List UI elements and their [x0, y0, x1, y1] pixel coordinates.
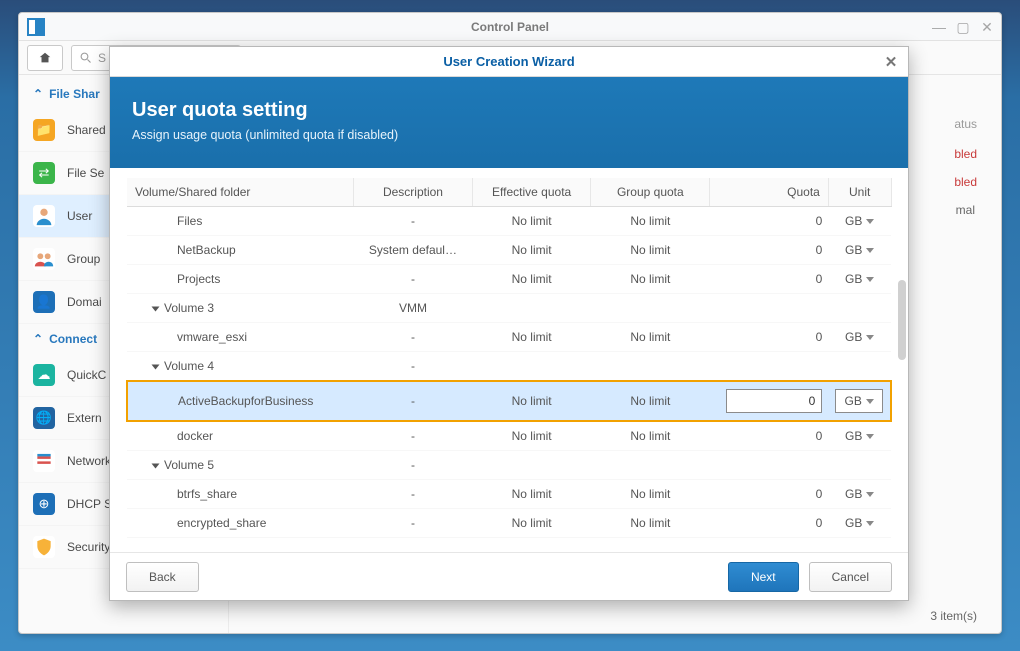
- status-normal: mal: [956, 203, 975, 217]
- home-icon: [38, 51, 52, 65]
- col-group-quota[interactable]: Group quota: [591, 178, 710, 207]
- control-panel-title: Control Panel: [19, 20, 1001, 34]
- col-effective-quota[interactable]: Effective quota: [472, 178, 591, 207]
- quota-input[interactable]: [726, 389, 822, 413]
- table-row[interactable]: Volume 3VMM: [127, 294, 891, 323]
- col-description[interactable]: Description: [354, 178, 473, 207]
- shield-icon: [33, 536, 55, 558]
- table-row[interactable]: vmware_esxi-No limitNo limit0GB: [127, 323, 891, 352]
- domain-icon: 👤: [33, 291, 55, 313]
- unit-select[interactable]: GB: [834, 516, 885, 530]
- item-count: 3 item(s): [930, 609, 977, 623]
- chevron-down-icon: [866, 248, 874, 253]
- unit-select[interactable]: GB: [835, 389, 883, 413]
- group-icon: [33, 248, 55, 270]
- table-row[interactable]: NetBackupSystem defaul…No limitNo limit0…: [127, 236, 891, 265]
- table-row[interactable]: Volume 5-: [127, 451, 891, 480]
- file-services-icon: ⇄: [33, 162, 55, 184]
- quota-table: Volume/Shared folder Description Effecti…: [126, 178, 892, 538]
- dhcp-icon: ⊕: [33, 493, 55, 515]
- column-status-label: atus: [954, 117, 977, 131]
- user-icon: [33, 205, 55, 227]
- user-creation-wizard: User Creation Wizard ✕ User quota settin…: [109, 46, 909, 601]
- folder-icon: 📁: [33, 119, 55, 141]
- chevron-up-icon: ⌃: [33, 87, 43, 101]
- maximize-button[interactable]: ▢: [955, 19, 971, 35]
- wizard-subheading: Assign usage quota (unlimited quota if d…: [132, 128, 886, 142]
- next-button[interactable]: Next: [728, 562, 799, 592]
- wizard-close-button[interactable]: ✕: [882, 53, 900, 71]
- network-icon: [33, 450, 55, 472]
- col-unit[interactable]: Unit: [828, 178, 891, 207]
- unit-select[interactable]: GB: [834, 487, 885, 501]
- unit-select[interactable]: GB: [834, 272, 885, 286]
- unit-select[interactable]: GB: [834, 330, 885, 344]
- minimize-button[interactable]: —: [931, 19, 947, 35]
- wizard-heading: User quota setting: [132, 99, 886, 122]
- col-quota[interactable]: Quota: [710, 178, 829, 207]
- chevron-down-icon: [866, 521, 874, 526]
- table-row[interactable]: btrfs_share-No limitNo limit0GB: [127, 480, 891, 509]
- status-disabled: bled: [954, 147, 977, 161]
- table-row[interactable]: Volume 4-: [127, 352, 891, 382]
- chevron-down-icon: [866, 219, 874, 224]
- table-row[interactable]: encrypted_share-No limitNo limit0GB: [127, 509, 891, 538]
- quickconnect-icon: ☁: [33, 364, 55, 386]
- cancel-button[interactable]: Cancel: [809, 562, 892, 592]
- wizard-footer: Back Next Cancel: [110, 552, 908, 600]
- table-row[interactable]: ActiveBackupforBusiness-No limitNo limit…: [127, 381, 891, 421]
- wizard-titlebar[interactable]: User Creation Wizard ✕: [110, 47, 908, 77]
- chevron-down-icon: [866, 492, 874, 497]
- chevron-down-icon: [866, 434, 874, 439]
- table-row[interactable]: docker-No limitNo limit0GB: [127, 421, 891, 451]
- chevron-up-icon: ⌃: [33, 332, 43, 346]
- expand-toggle-icon[interactable]: [152, 463, 160, 468]
- status-disabled: bled: [954, 175, 977, 189]
- chevron-down-icon: [866, 399, 874, 404]
- expand-toggle-icon[interactable]: [152, 364, 160, 369]
- close-button[interactable]: ✕: [979, 19, 995, 35]
- chevron-down-icon: [866, 335, 874, 340]
- wizard-header: User quota setting Assign usage quota (u…: [110, 77, 908, 168]
- unit-select[interactable]: GB: [834, 429, 885, 443]
- control-panel-titlebar[interactable]: Control Panel — ▢ ✕: [19, 13, 1001, 41]
- quota-table-container: Volume/Shared folder Description Effecti…: [110, 168, 908, 552]
- chevron-down-icon: [866, 277, 874, 282]
- table-row[interactable]: Projects-No limitNo limit0GB: [127, 265, 891, 294]
- globe-icon: 🌐: [33, 407, 55, 429]
- unit-select[interactable]: GB: [834, 243, 885, 257]
- scrollbar-thumb[interactable]: [898, 280, 906, 360]
- search-placeholder: S: [98, 51, 106, 65]
- expand-toggle-icon[interactable]: [152, 306, 160, 311]
- table-row[interactable]: Files-No limitNo limit0GB: [127, 207, 891, 236]
- unit-select[interactable]: GB: [834, 214, 885, 228]
- home-button[interactable]: [27, 45, 63, 71]
- col-volume[interactable]: Volume/Shared folder: [127, 178, 354, 207]
- search-icon: [80, 52, 92, 64]
- back-button[interactable]: Back: [126, 562, 199, 592]
- wizard-title: User Creation Wizard: [443, 54, 574, 69]
